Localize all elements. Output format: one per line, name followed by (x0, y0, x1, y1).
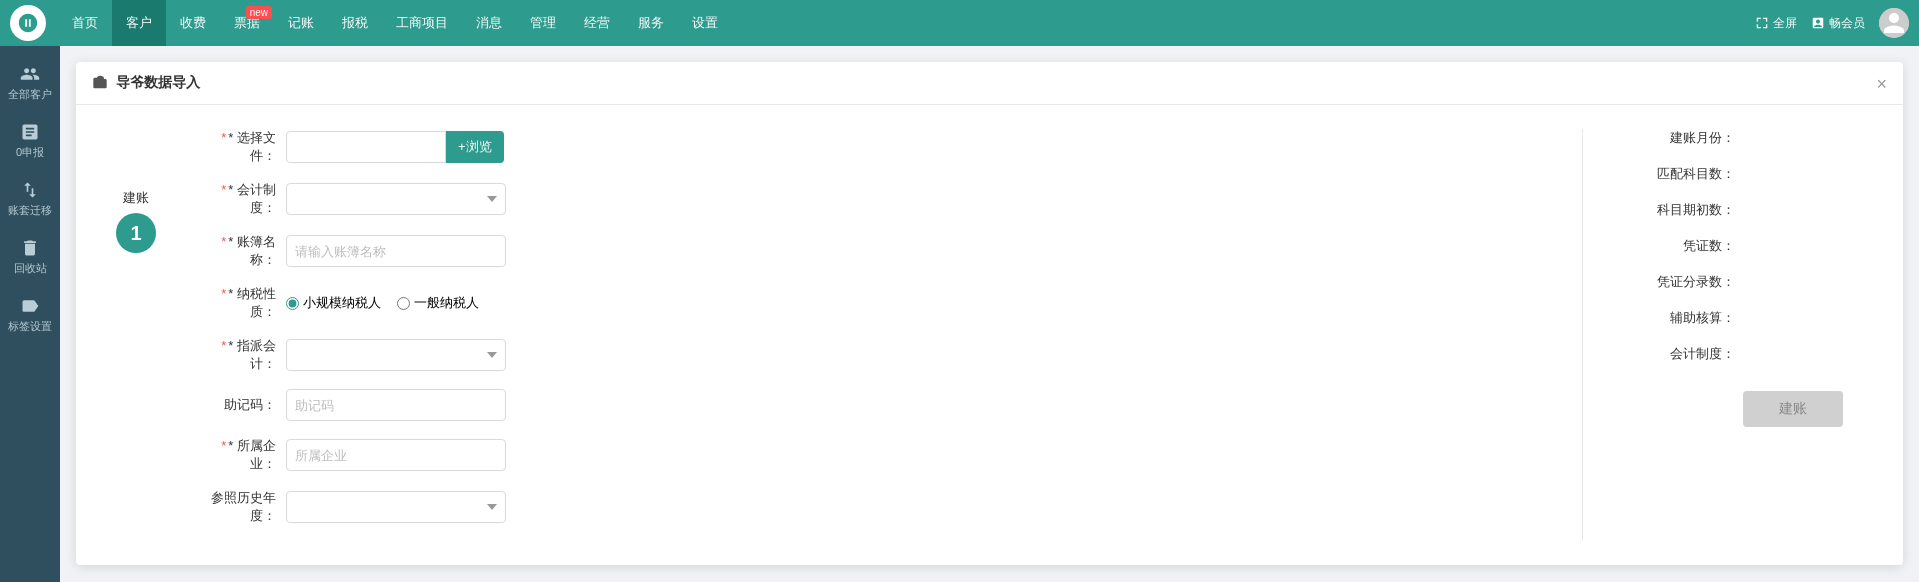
memo-input[interactable] (286, 389, 506, 421)
sidebar-item-zero-report[interactable]: 0申报 (0, 114, 60, 168)
match-subjects-row: 匹配科目数： (1643, 165, 1863, 183)
step-circle: 1 (116, 213, 156, 253)
ledger-name-row: ** 账簿名称： (196, 233, 1562, 269)
nav-item-客户[interactable]: 客户 (112, 0, 166, 46)
browse-button[interactable]: +浏览 (446, 131, 504, 163)
tax-small-radio[interactable]: 小规模纳税人 (286, 294, 381, 312)
info-accounting-system-row: 会计制度： (1643, 345, 1863, 363)
history-year-select[interactable] (286, 491, 506, 523)
match-subjects-label: 匹配科目数： (1643, 165, 1743, 183)
member-btn[interactable]: 畅会员 (1811, 15, 1865, 32)
dialog-header: 导爷数据导入 (76, 62, 1903, 105)
nav-right: 全屏 畅会员 (1755, 8, 1909, 38)
accountant-row: ** 指派会计： (196, 337, 1562, 373)
step-indicator: 建账 1 (116, 129, 196, 541)
create-account-button[interactable]: 建账 (1743, 391, 1843, 427)
file-input-group: +浏览 (286, 131, 504, 163)
main-content: 导爷数据导入 × 建账 1 ** 选择文件： (60, 46, 1919, 582)
sidebar-item-tag-settings[interactable]: 标签设置 (0, 288, 60, 342)
history-year-label: 参照历史年度： (196, 489, 286, 525)
nav-item-消息[interactable]: 消息 (462, 0, 516, 46)
nav-item-经营[interactable]: 经营 (570, 0, 624, 46)
file-label: ** 选择文件： (196, 129, 286, 165)
info-accounting-system-label: 会计制度： (1643, 345, 1743, 363)
panel-divider (1582, 129, 1583, 541)
subjects-initial-row: 科目期初数： (1643, 201, 1863, 219)
accountant-select[interactable] (286, 339, 506, 371)
nav-item-报税[interactable]: 报税 (328, 0, 382, 46)
right-info-panel: 建账月份： 匹配科目数： 科目期初数： 凭证数： (1603, 129, 1863, 541)
user-avatar[interactable] (1879, 8, 1909, 38)
tax-type-row: ** 纳税性质： 小规模纳税人 一般纳税人 (196, 285, 1562, 321)
tax-type-label: ** 纳税性质： (196, 285, 286, 321)
auxiliary-row: 辅助核算： (1643, 309, 1863, 327)
accountant-label: ** 指派会计： (196, 337, 286, 373)
nav-item-票据[interactable]: 票据new (220, 0, 274, 46)
sidebar-item-all-clients[interactable]: 全部客户 (0, 56, 60, 110)
voucher-entries-label: 凭证分录数： (1643, 273, 1743, 291)
sidebar: 全部客户 0申报 账套迁移 回收站 标签设置 (0, 46, 60, 582)
voucher-count-row: 凭证数： (1643, 237, 1863, 255)
history-year-row: 参照历史年度： (196, 489, 1562, 525)
nav-item-服务[interactable]: 服务 (624, 0, 678, 46)
tax-general-radio[interactable]: 一般纳税人 (397, 294, 479, 312)
step-label: 建账 (123, 189, 149, 207)
voucher-count-label: 凭证数： (1643, 237, 1743, 255)
accounting-system-select[interactable] (286, 183, 506, 215)
voucher-entries-row: 凭证分录数： (1643, 273, 1863, 291)
memo-row: 助记码： (196, 389, 1562, 421)
sidebar-item-transfer[interactable]: 账套迁移 (0, 172, 60, 226)
app-logo[interactable] (10, 5, 46, 41)
file-input[interactable] (286, 131, 446, 163)
ledger-name-input[interactable] (286, 235, 506, 267)
accounting-system-row: ** 会计制度： (196, 181, 1562, 217)
dialog: 导爷数据导入 × 建账 1 ** 选择文件： (76, 62, 1903, 565)
nav-badge: new (246, 6, 272, 19)
subjects-initial-label: 科目期初数： (1643, 201, 1743, 219)
dialog-body: 建账 1 ** 选择文件： +浏览 (76, 105, 1903, 565)
top-navigation: 首页客户收费票据new记账报税工商项目消息管理经营服务设置 全屏 畅会员 (0, 0, 1919, 46)
dialog-close-button[interactable]: × (1876, 74, 1887, 95)
month-row: 建账月份： (1643, 129, 1863, 147)
fullscreen-btn[interactable]: 全屏 (1755, 15, 1797, 32)
accounting-system-label: ** 会计制度： (196, 181, 286, 217)
file-row: ** 选择文件： +浏览 (196, 129, 1562, 165)
tax-type-radio-group: 小规模纳税人 一般纳税人 (286, 294, 479, 312)
memo-label: 助记码： (196, 396, 286, 414)
ledger-name-label: ** 账簿名称： (196, 233, 286, 269)
month-label: 建账月份： (1643, 129, 1743, 147)
nav-item-收费[interactable]: 收费 (166, 0, 220, 46)
nav-item-记账[interactable]: 记账 (274, 0, 328, 46)
nav-items: 首页客户收费票据new记账报税工商项目消息管理经营服务设置 (58, 0, 1755, 46)
nav-item-管理[interactable]: 管理 (516, 0, 570, 46)
nav-item-工商项目[interactable]: 工商项目 (382, 0, 462, 46)
company-row: ** 所属企业： (196, 437, 1562, 473)
form-area: ** 选择文件： +浏览 ** 会计制度： (196, 129, 1562, 541)
sidebar-item-trash[interactable]: 回收站 (0, 230, 60, 284)
nav-item-首页[interactable]: 首页 (58, 0, 112, 46)
dialog-title: 导爷数据导入 (116, 74, 200, 92)
auxiliary-label: 辅助核算： (1643, 309, 1743, 327)
nav-item-设置[interactable]: 设置 (678, 0, 732, 46)
company-input[interactable] (286, 439, 506, 471)
company-label: ** 所属企业： (196, 437, 286, 473)
